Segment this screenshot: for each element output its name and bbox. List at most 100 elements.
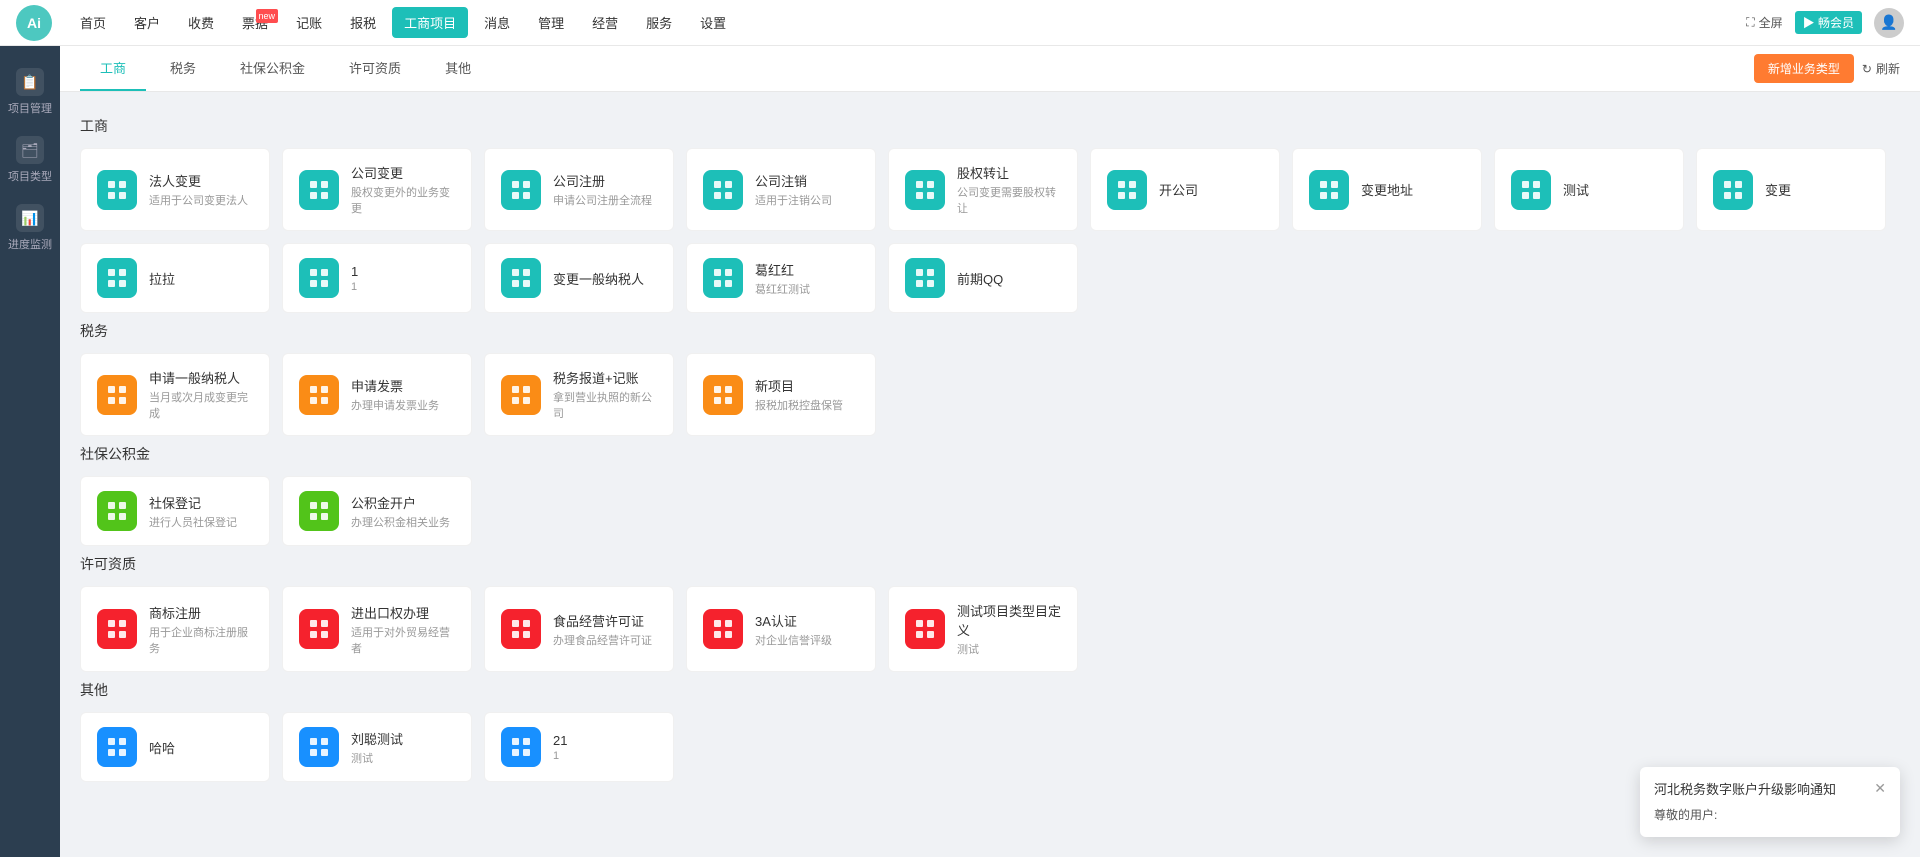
card-测试项目类型目定义[interactable]: 测试项目类型目定义测试	[888, 586, 1078, 672]
card-icon	[501, 258, 541, 298]
card-icon	[1511, 170, 1551, 210]
avatar[interactable]: 👤	[1874, 8, 1904, 38]
card-text: 公司注销适用于注销公司	[755, 171, 832, 208]
card-公司注册[interactable]: 公司注册申请公司注册全流程	[484, 148, 674, 231]
nav-item-管理[interactable]: 管理	[526, 7, 576, 38]
refresh-button[interactable]: ↻ 刷新	[1862, 60, 1900, 77]
card-申请一般纳税人[interactable]: 申请一般纳税人当月或次月成变更完成	[80, 353, 270, 436]
nav-item-记账[interactable]: 记账	[284, 7, 334, 38]
subtab-其他[interactable]: 其他	[425, 46, 491, 91]
card-测试[interactable]: 测试	[1494, 148, 1684, 231]
card-21[interactable]: 211	[484, 712, 674, 782]
card-股权转让[interactable]: 股权转让公司变更需要股权转让	[888, 148, 1078, 231]
card-desc: 申请公司注册全流程	[553, 192, 652, 208]
nav-item-首页[interactable]: 首页	[68, 7, 118, 38]
card-前期QQ[interactable]: 前期QQ	[888, 243, 1078, 313]
card-icon	[905, 258, 945, 298]
nav-item-客户[interactable]: 客户	[122, 7, 172, 38]
card-title: 税务报道+记账	[553, 368, 657, 387]
card-desc: 测试	[351, 750, 403, 766]
nav-item-消息[interactable]: 消息	[472, 7, 522, 38]
card-icon	[97, 375, 137, 415]
subtab-许可资质[interactable]: 许可资质	[329, 46, 421, 91]
card-title: 葛红红	[755, 260, 810, 279]
card-进出口权办理[interactable]: 进出口权办理适用于对外贸易经营者	[282, 586, 472, 672]
sidebar-label: 项目管理	[8, 100, 52, 116]
nav-item-设置[interactable]: 设置	[688, 7, 738, 38]
card-葛红红[interactable]: 葛红红葛红红测试	[686, 243, 876, 313]
cards-grid-许可资质: 商标注册用于企业商标注册服务 进出口权办理适用于对外贸易经营者 食品经营许可证办…	[80, 586, 1900, 672]
card-text: 公积金开户办理公积金相关业务	[351, 493, 450, 530]
card-变更[interactable]: 变更	[1696, 148, 1886, 231]
nav-menu: 首页客户收费票据new记账报税工商项目消息管理经营服务设置	[68, 7, 1746, 38]
subtab-社保公积金[interactable]: 社保公积金	[220, 46, 325, 91]
nav-item-工商项目[interactable]: 工商项目	[392, 7, 468, 38]
card-desc: 用于企业商标注册服务	[149, 624, 253, 656]
card-text: 211	[553, 733, 567, 762]
card-text: 变更地址	[1361, 180, 1413, 199]
card-新项目[interactable]: 新项目报税加税控盘保管	[686, 353, 876, 436]
card-刘聪测试[interactable]: 刘聪测试测试	[282, 712, 472, 782]
nav-item-经营[interactable]: 经营	[580, 7, 630, 38]
card-税务报道+记账[interactable]: 税务报道+记账拿到营业执照的新公司	[484, 353, 674, 436]
card-icon	[501, 170, 541, 210]
card-text: 拉拉	[149, 269, 175, 288]
card-desc: 公司变更需要股权转让	[957, 184, 1061, 216]
nav-item-收费[interactable]: 收费	[176, 7, 226, 38]
sub-tabs-bar: 工商税务社保公积金许可资质其他 新增业务类型 ↻ 刷新	[60, 46, 1920, 92]
card-变更地址[interactable]: 变更地址	[1292, 148, 1482, 231]
card-1[interactable]: 11	[282, 243, 472, 313]
card-公司注销[interactable]: 公司注销适用于注销公司	[686, 148, 876, 231]
card-desc: 适用于公司变更法人	[149, 192, 248, 208]
card-社保登记[interactable]: 社保登记进行人员社保登记	[80, 476, 270, 546]
card-法人变更[interactable]: 法人变更适用于公司变更法人	[80, 148, 270, 231]
card-商标注册[interactable]: 商标注册用于企业商标注册服务	[80, 586, 270, 672]
card-text: 刘聪测试测试	[351, 729, 403, 766]
card-开公司[interactable]: 开公司	[1090, 148, 1280, 231]
card-icon	[703, 170, 743, 210]
card-title: 食品经营许可证	[553, 611, 652, 630]
card-icon	[97, 170, 137, 210]
card-title: 法人变更	[149, 171, 248, 190]
card-title: 申请一般纳税人	[149, 368, 253, 387]
card-食品经营许可证[interactable]: 食品经营许可证办理食品经营许可证	[484, 586, 674, 672]
card-text: 公司变更股权变更外的业务变更	[351, 163, 455, 216]
add-type-button[interactable]: 新增业务类型	[1754, 54, 1854, 83]
card-text: 哈哈	[149, 738, 175, 757]
sidebar-label: 项目类型	[8, 168, 52, 184]
notification-close-button[interactable]: ✕	[1874, 780, 1886, 797]
card-title: 公司注册	[553, 171, 652, 190]
badge-new: new	[256, 9, 279, 23]
card-text: 食品经营许可证办理食品经营许可证	[553, 611, 652, 648]
card-icon	[299, 727, 339, 767]
card-拉拉[interactable]: 拉拉	[80, 243, 270, 313]
card-title: 1	[351, 264, 358, 279]
notification-header: 河北税务数字账户升级影响通知 ✕	[1654, 779, 1886, 798]
card-公司变更[interactable]: 公司变更股权变更外的业务变更	[282, 148, 472, 231]
card-icon	[905, 170, 945, 210]
card-desc: 1	[351, 281, 358, 293]
card-text: 测试	[1563, 180, 1589, 199]
card-变更一般纳税人[interactable]: 变更一般纳税人	[484, 243, 674, 313]
nav-item-票据[interactable]: 票据new	[230, 7, 280, 38]
card-text: 股权转让公司变更需要股权转让	[957, 163, 1061, 216]
card-title: 拉拉	[149, 269, 175, 288]
subtab-税务[interactable]: 税务	[150, 46, 216, 91]
card-哈哈[interactable]: 哈哈	[80, 712, 270, 782]
nav-item-服务[interactable]: 服务	[634, 7, 684, 38]
sidebar-item-项目类型[interactable]: 🗂 项目类型	[0, 126, 60, 194]
card-申请发票[interactable]: 申请发票办理申请发票业务	[282, 353, 472, 436]
card-icon	[97, 258, 137, 298]
vip-button[interactable]: ▶ 畅会员	[1795, 11, 1862, 34]
sidebar-item-进度监测[interactable]: 📊 进度监测	[0, 194, 60, 262]
card-公积金开户[interactable]: 公积金开户办理公积金相关业务	[282, 476, 472, 546]
nav-right: ⛶ 全屏 ▶ 畅会员 👤	[1746, 8, 1904, 38]
fullscreen-btn[interactable]: ⛶ 全屏	[1746, 14, 1782, 31]
subtab-工商[interactable]: 工商	[80, 46, 146, 91]
card-3A认证[interactable]: 3A认证对企业信誉评级	[686, 586, 876, 672]
sidebar-item-项目管理[interactable]: 📋 项目管理	[0, 58, 60, 126]
card-desc: 进行人员社保登记	[149, 514, 237, 530]
nav-item-报税[interactable]: 报税	[338, 7, 388, 38]
notification-title: 河北税务数字账户升级影响通知	[1654, 779, 1836, 798]
card-desc: 当月或次月成变更完成	[149, 389, 253, 421]
